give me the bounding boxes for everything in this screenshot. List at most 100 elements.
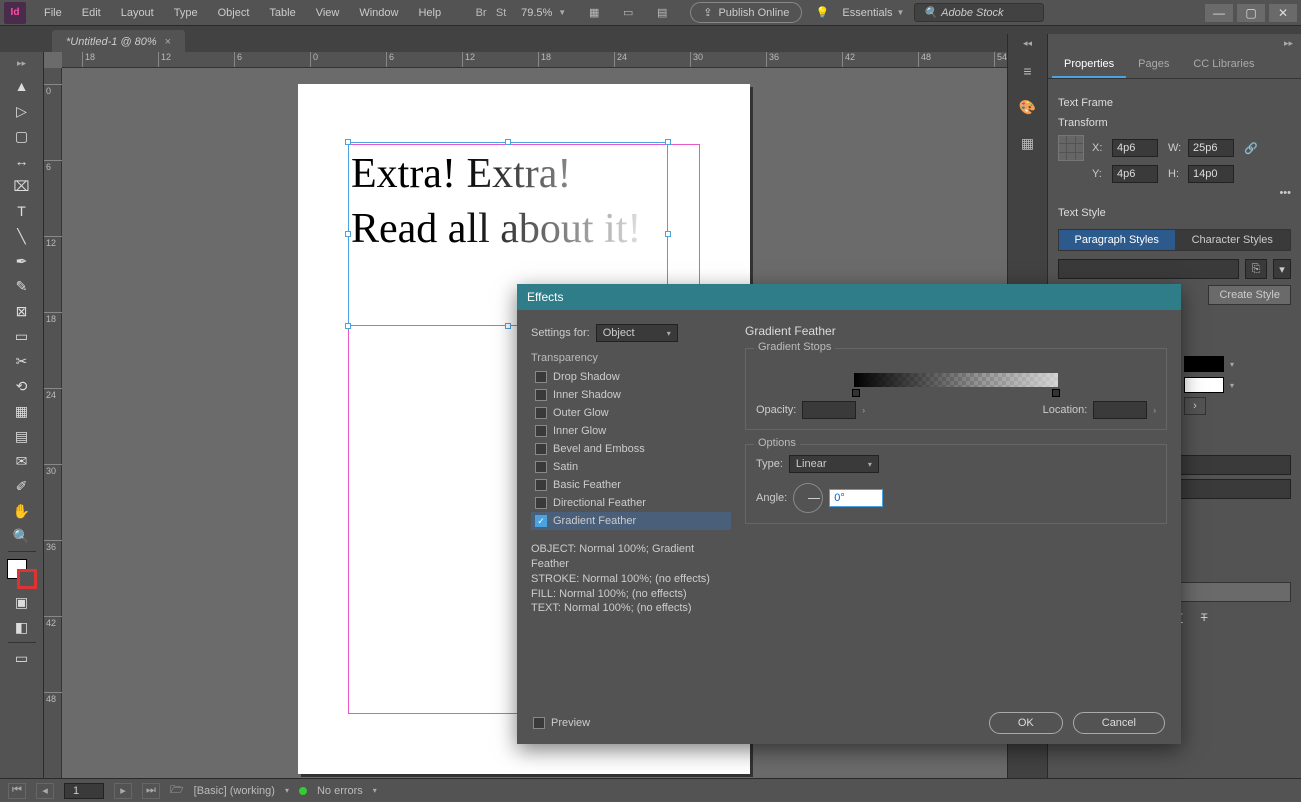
stock-search[interactable]: 🔍 Adobe Stock [914, 3, 1044, 22]
checkbox[interactable] [535, 389, 547, 401]
gap-tool[interactable]: ↔ [10, 149, 34, 173]
type-select[interactable]: Linear▾ [789, 455, 879, 473]
style-dropdown[interactable]: ▾ [1273, 259, 1291, 279]
opacity-input[interactable] [802, 401, 856, 419]
new-style-icon[interactable]: ⎘ [1245, 259, 1267, 279]
w-input[interactable] [1188, 139, 1234, 157]
menu-help[interactable]: Help [408, 3, 451, 23]
handle-tr[interactable] [665, 139, 671, 145]
effect-outer-glow[interactable]: Outer Glow [531, 404, 731, 422]
effect-gradient-feather[interactable]: ✓Gradient Feather [531, 512, 731, 530]
collapse-panel-icon[interactable]: ▸▸ [1284, 38, 1293, 49]
rectangle-frame-tool[interactable]: ⊠ [10, 299, 34, 323]
type-tool[interactable]: T [10, 199, 34, 223]
checkbox[interactable] [535, 461, 547, 473]
color-icon[interactable]: 🎨 [1015, 94, 1041, 120]
angle-input[interactable] [829, 489, 883, 507]
gradient-ramp[interactable] [854, 373, 1058, 387]
note-tool[interactable]: ✉ [10, 449, 34, 473]
h-input[interactable] [1188, 165, 1234, 183]
location-input[interactable] [1093, 401, 1147, 419]
close-button[interactable]: ✕ [1269, 4, 1297, 22]
cc-libraries-icon[interactable]: ≡ [1015, 58, 1041, 84]
last-page-button[interactable]: ⏭ [142, 783, 160, 799]
preview-checkbox[interactable] [533, 717, 545, 729]
create-style-button[interactable]: Create Style [1208, 285, 1291, 305]
preflight-label[interactable]: No errors [317, 785, 363, 797]
status-style[interactable]: [Basic] (working) [194, 785, 275, 797]
eyedropper-tool[interactable]: ✐ [10, 474, 34, 498]
gradient-feather-tool[interactable]: ▤ [10, 424, 34, 448]
cancel-button[interactable]: Cancel [1073, 712, 1165, 734]
page-tool[interactable]: ▢ [10, 124, 34, 148]
tab-properties[interactable]: Properties [1052, 52, 1126, 78]
workspace-selector[interactable]: Essentials▼ [842, 7, 904, 19]
line-tool[interactable]: ╲ [10, 224, 34, 248]
effect-inner-shadow[interactable]: Inner Shadow [531, 386, 731, 404]
screen-mode-tool[interactable]: ▭ [10, 646, 34, 670]
handle-tl[interactable] [345, 139, 351, 145]
handle-bm[interactable] [505, 323, 511, 329]
apply-color-icon[interactable]: ◧ [10, 615, 34, 639]
fill-stroke-swatch[interactable] [7, 559, 37, 589]
fill-swatch-display[interactable] [1184, 356, 1224, 372]
checkbox[interactable] [535, 425, 547, 437]
checkbox[interactable] [535, 497, 547, 509]
screen-mode-icon[interactable]: ▭ [618, 3, 638, 23]
character-styles-tab[interactable]: Character Styles [1175, 230, 1291, 250]
y-input[interactable] [1112, 165, 1158, 183]
maximize-button[interactable]: ▢ [1237, 4, 1265, 22]
menu-layout[interactable]: Layout [111, 3, 164, 23]
menu-type[interactable]: Type [164, 3, 208, 23]
gradient-stop-start[interactable] [852, 389, 860, 397]
publish-online-button[interactable]: ⇪ Publish Online [690, 2, 802, 23]
tab-cc-libraries[interactable]: CC Libraries [1181, 52, 1266, 78]
tab-pages[interactable]: Pages [1126, 52, 1181, 78]
gradient-stop-end[interactable] [1052, 389, 1060, 397]
reference-point[interactable] [1058, 135, 1084, 161]
selection-tool[interactable]: ▲ [10, 74, 34, 98]
stroke-swatch-display[interactable] [1184, 377, 1224, 393]
first-page-button[interactable]: ⏮ [8, 783, 26, 799]
menu-file[interactable]: File [34, 3, 72, 23]
rectangle-tool[interactable]: ▭ [10, 324, 34, 348]
stroke-swatch[interactable] [17, 569, 37, 589]
effect-basic-feather[interactable]: Basic Feather [531, 476, 731, 494]
checkbox[interactable] [535, 407, 547, 419]
constrain-icon[interactable]: 🔗 [1244, 142, 1264, 155]
menu-table[interactable]: Table [259, 3, 305, 23]
stock-icon[interactable]: St [491, 3, 511, 23]
effect-satin[interactable]: Satin [531, 458, 731, 476]
checkbox[interactable] [535, 479, 547, 491]
expand-dock-icon[interactable]: ◂◂ [1023, 38, 1032, 49]
handle-bl[interactable] [345, 323, 351, 329]
pencil-tool[interactable]: ✎ [10, 274, 34, 298]
more-options-icon[interactable]: ••• [1058, 187, 1291, 199]
page-number-input[interactable] [64, 783, 104, 799]
settings-for-select[interactable]: Object▾ [596, 324, 678, 342]
handle-mr[interactable] [665, 231, 671, 237]
menu-object[interactable]: Object [208, 3, 260, 23]
menu-window[interactable]: Window [349, 3, 408, 23]
view-options-icon[interactable]: ▦ [584, 3, 604, 23]
effect-inner-glow[interactable]: Inner Glow [531, 422, 731, 440]
hand-tool[interactable]: ✋ [10, 499, 34, 523]
effect-bevel-emboss[interactable]: Bevel and Emboss [531, 440, 731, 458]
menu-edit[interactable]: Edit [72, 3, 111, 23]
direct-selection-tool[interactable]: ▷ [10, 99, 34, 123]
effect-directional-feather[interactable]: Directional Feather [531, 494, 731, 512]
stroke-options-icon[interactable]: › [1184, 397, 1206, 415]
help-bulb-icon[interactable]: 💡 [812, 3, 832, 23]
paragraph-styles-tab[interactable]: Paragraph Styles [1059, 230, 1175, 250]
next-page-button[interactable]: ▸ [114, 783, 132, 799]
open-panel-icon[interactable]: 🗁 [170, 781, 184, 800]
transparency-label[interactable]: Transparency [531, 352, 731, 364]
swatches-icon[interactable]: ▦ [1015, 130, 1041, 156]
effect-drop-shadow[interactable]: Drop Shadow [531, 368, 731, 386]
checkbox[interactable] [535, 371, 547, 383]
zoom-tool[interactable]: 🔍 [10, 524, 34, 548]
x-input[interactable] [1112, 139, 1158, 157]
scissors-tool[interactable]: ✂ [10, 349, 34, 373]
gradient-swatch-tool[interactable]: ▦ [10, 399, 34, 423]
bridge-icon[interactable]: Br [471, 3, 491, 23]
